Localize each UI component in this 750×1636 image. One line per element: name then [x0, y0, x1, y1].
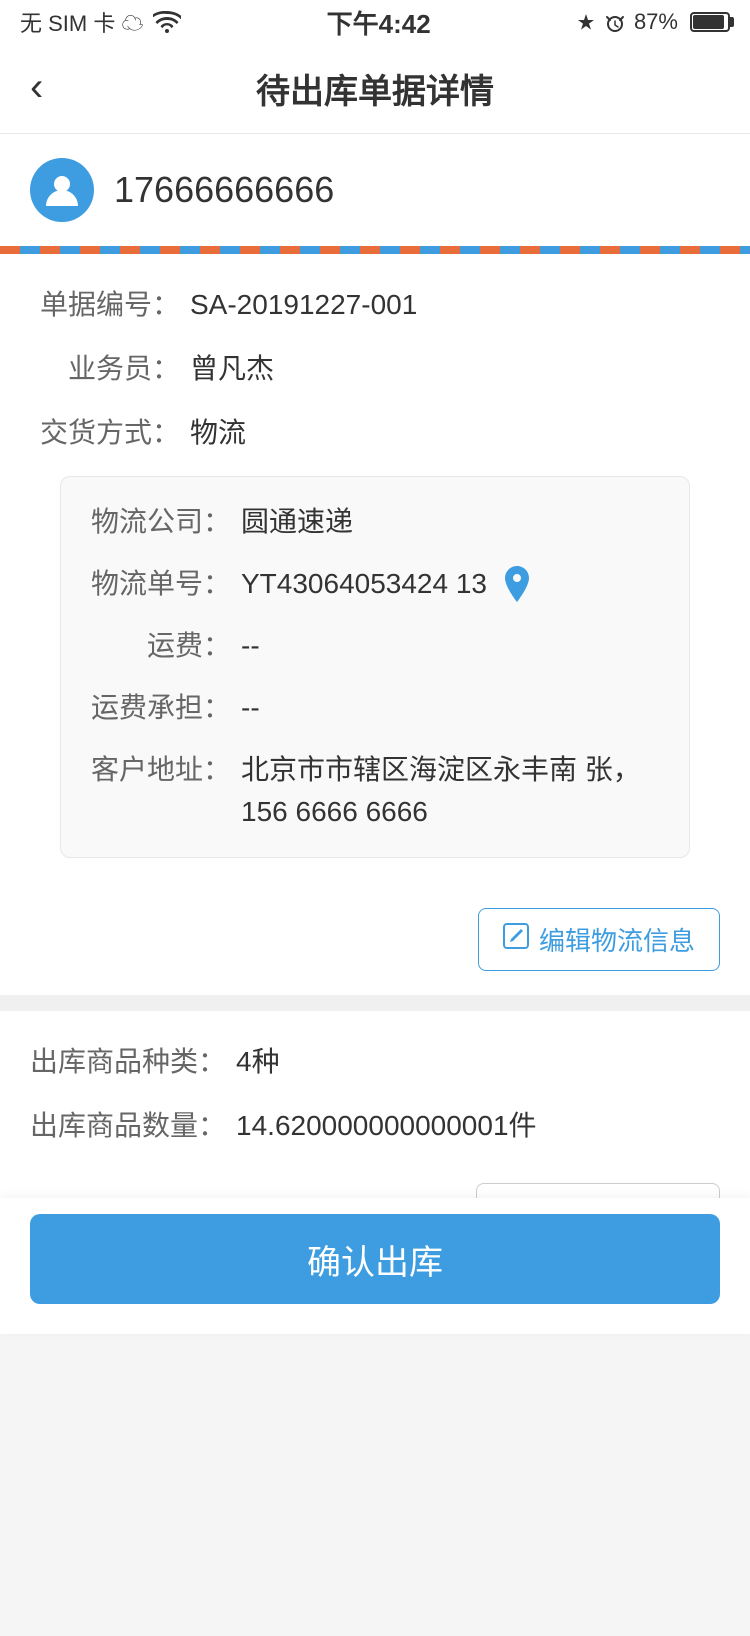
- edit-btn-label: 编辑物流信息: [539, 921, 695, 958]
- page-title: 待出库单据详情: [256, 64, 494, 113]
- location-signal-icon: [576, 12, 596, 32]
- battery-icon: [690, 12, 730, 32]
- logistics-tracking-label: 物流单号：: [81, 563, 231, 605]
- nav-bar: ‹ 待出库单据详情: [0, 44, 750, 134]
- doc-number-label: 单据编号：: [30, 284, 180, 326]
- user-avatar: [30, 158, 94, 222]
- doc-number-row: 单据编号： SA-20191227-001: [30, 284, 720, 326]
- edit-logistics-button[interactable]: 编辑物流信息: [478, 908, 720, 971]
- logistics-company-row: 物流公司： 圆通速递: [81, 501, 669, 543]
- freight-bear-value: --: [231, 687, 669, 729]
- confirm-btn-container: 确认出库: [0, 1198, 750, 1334]
- product-type-row: 出库商品种类： 4种: [30, 1041, 720, 1083]
- address-value: 北京市市辖区海淀区永丰南 张，156 6666 6666: [231, 749, 669, 833]
- status-left: 无 SIM 卡 ☁: [20, 6, 181, 38]
- product-section: 出库商品种类： 4种 出库商品数量： 14.620000000000001件: [0, 1011, 750, 1167]
- status-right: 87%: [576, 9, 730, 35]
- freight-label: 运费：: [81, 625, 231, 667]
- logistics-tracking-row: 物流单号： YT43064053424 13: [81, 563, 669, 605]
- freight-bear-row: 运费承担： --: [81, 687, 669, 729]
- confirm-outbound-button[interactable]: 确认出库: [30, 1214, 720, 1304]
- address-label: 客户地址：: [81, 749, 231, 791]
- confirm-btn-label: 确认出库: [307, 1235, 443, 1284]
- user-section: 17666666666: [0, 134, 750, 246]
- alarm-icon: [604, 12, 626, 32]
- delivery-value: 物流: [180, 412, 720, 454]
- logistics-card: 物流公司： 圆通速递 物流单号： YT43064053424 13 运费： --: [60, 476, 690, 858]
- section-divider: [0, 995, 750, 1011]
- back-button[interactable]: ‹: [30, 67, 43, 107]
- avatar-icon: [42, 170, 82, 210]
- logistics-company-label: 物流公司：: [81, 501, 231, 543]
- dashed-divider: [0, 246, 750, 254]
- status-time: 下午4:42: [327, 4, 431, 41]
- delivery-label: 交货方式：: [30, 412, 180, 454]
- edit-btn-row: 编辑物流信息: [0, 888, 750, 995]
- product-quantity-label: 出库商品数量：: [30, 1105, 226, 1147]
- freight-row: 运费： --: [81, 625, 669, 667]
- battery-percent: 87%: [634, 9, 678, 35]
- salesman-row: 业务员： 曾凡杰: [30, 348, 720, 390]
- edit-icon: [503, 923, 529, 956]
- freight-value: --: [231, 625, 669, 667]
- user-phone: 17666666666: [114, 169, 334, 211]
- tracking-number: YT43064053424 13: [241, 563, 487, 605]
- document-info-section: 单据编号： SA-20191227-001 业务员： 曾凡杰 交货方式： 物流 …: [0, 254, 750, 888]
- logistics-company-value: 圆通速递: [231, 501, 669, 543]
- product-quantity-value: 14.620000000000001件: [226, 1105, 720, 1147]
- product-type-label: 出库商品种类：: [30, 1041, 226, 1083]
- freight-bear-label: 运费承担：: [81, 687, 231, 729]
- sim-signal: 无 SIM 卡 ☁: [20, 6, 143, 38]
- wifi-icon: [153, 11, 181, 33]
- product-quantity-row: 出库商品数量： 14.620000000000001件: [30, 1105, 720, 1147]
- delivery-row: 交货方式： 物流: [30, 412, 720, 454]
- tracking-location-icon[interactable]: [499, 566, 535, 602]
- salesman-value: 曾凡杰: [180, 348, 720, 390]
- logistics-tracking-value: YT43064053424 13: [231, 563, 669, 605]
- doc-number-value: SA-20191227-001: [180, 284, 720, 326]
- status-bar: 无 SIM 卡 ☁ 下午4:42 87%: [0, 0, 750, 44]
- salesman-label: 业务员：: [30, 348, 180, 390]
- address-row: 客户地址： 北京市市辖区海淀区永丰南 张，156 6666 6666: [81, 749, 669, 833]
- product-type-value: 4种: [226, 1041, 720, 1083]
